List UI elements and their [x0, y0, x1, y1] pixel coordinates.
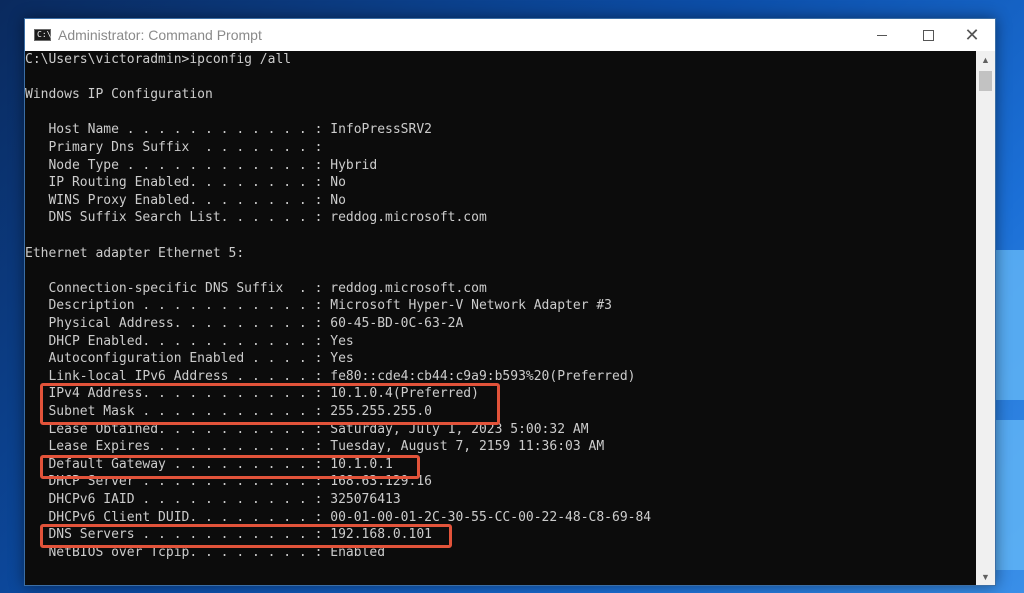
command-prompt-window[interactable]: C:\ Administrator: Command Prompt ✕ C:\U…: [24, 18, 996, 586]
scroll-down-arrow-icon[interactable]: ▼: [976, 568, 995, 585]
maximize-button[interactable]: [905, 19, 951, 51]
console-line: Lease Expires . . . . . . . . . . : Tues…: [25, 439, 605, 455]
console-line: Autoconfiguration Enabled . . . . : Yes: [25, 351, 354, 367]
console-line: Connection-specific DNS Suffix . : reddo…: [25, 280, 487, 296]
windows-logo-pane-top: [994, 250, 1024, 400]
close-button[interactable]: ✕: [949, 19, 995, 51]
console-line: Primary Dns Suffix . . . . . . . :: [25, 140, 323, 155]
highlight-dns-servers: [40, 524, 452, 548]
title-bar[interactable]: C:\ Administrator: Command Prompt ✕: [25, 19, 995, 51]
close-icon: ✕: [964, 24, 980, 46]
console-line: WINS Proxy Enabled. . . . . . . . : No: [25, 192, 346, 208]
scrollbar-thumb[interactable]: [979, 71, 992, 91]
window-title: Administrator: Command Prompt: [58, 27, 262, 43]
scroll-up-arrow-icon[interactable]: ▲: [976, 51, 995, 68]
minimize-icon: [877, 34, 887, 36]
console-output[interactable]: C:\Users\victoradmin>ipconfig /all Window…: [25, 51, 976, 585]
console-line: Ethernet adapter Ethernet 5:: [25, 245, 245, 261]
highlight-default-gateway: [40, 455, 420, 479]
console-line: DHCPv6 IAID . . . . . . . . . . . : 3250…: [25, 492, 401, 507]
vertical-scrollbar[interactable]: ▲ ▼: [976, 51, 995, 585]
console-line: Host Name . . . . . . . . . . . . : Info…: [25, 122, 432, 138]
console-line: Node Type . . . . . . . . . . . . : Hybr…: [25, 157, 378, 173]
windows-logo-decoration: [994, 230, 1024, 590]
console-line: C:\Users\victoradmin>ipconfig /all: [25, 52, 292, 67]
command-prompt-icon: C:\: [34, 29, 51, 41]
console-line: DHCP Enabled. . . . . . . . . . . : Yes: [25, 333, 354, 349]
minimize-button[interactable]: [859, 19, 905, 51]
console-line: Description . . . . . . . . . . . : Micr…: [25, 298, 612, 314]
console-line: Windows IP Configuration: [25, 87, 213, 103]
windows-logo-pane-bottom: [994, 420, 1024, 570]
maximize-icon: [922, 29, 934, 41]
command-prompt-icon-text: C:\: [37, 30, 52, 39]
console-line: DNS Suffix Search List. . . . . . : redd…: [25, 210, 487, 226]
console-line: IP Routing Enabled. . . . . . . . : No: [25, 175, 346, 191]
console-line: Physical Address. . . . . . . . . : 60-4…: [25, 316, 464, 331]
highlight-ipv4-subnet: [40, 383, 500, 425]
